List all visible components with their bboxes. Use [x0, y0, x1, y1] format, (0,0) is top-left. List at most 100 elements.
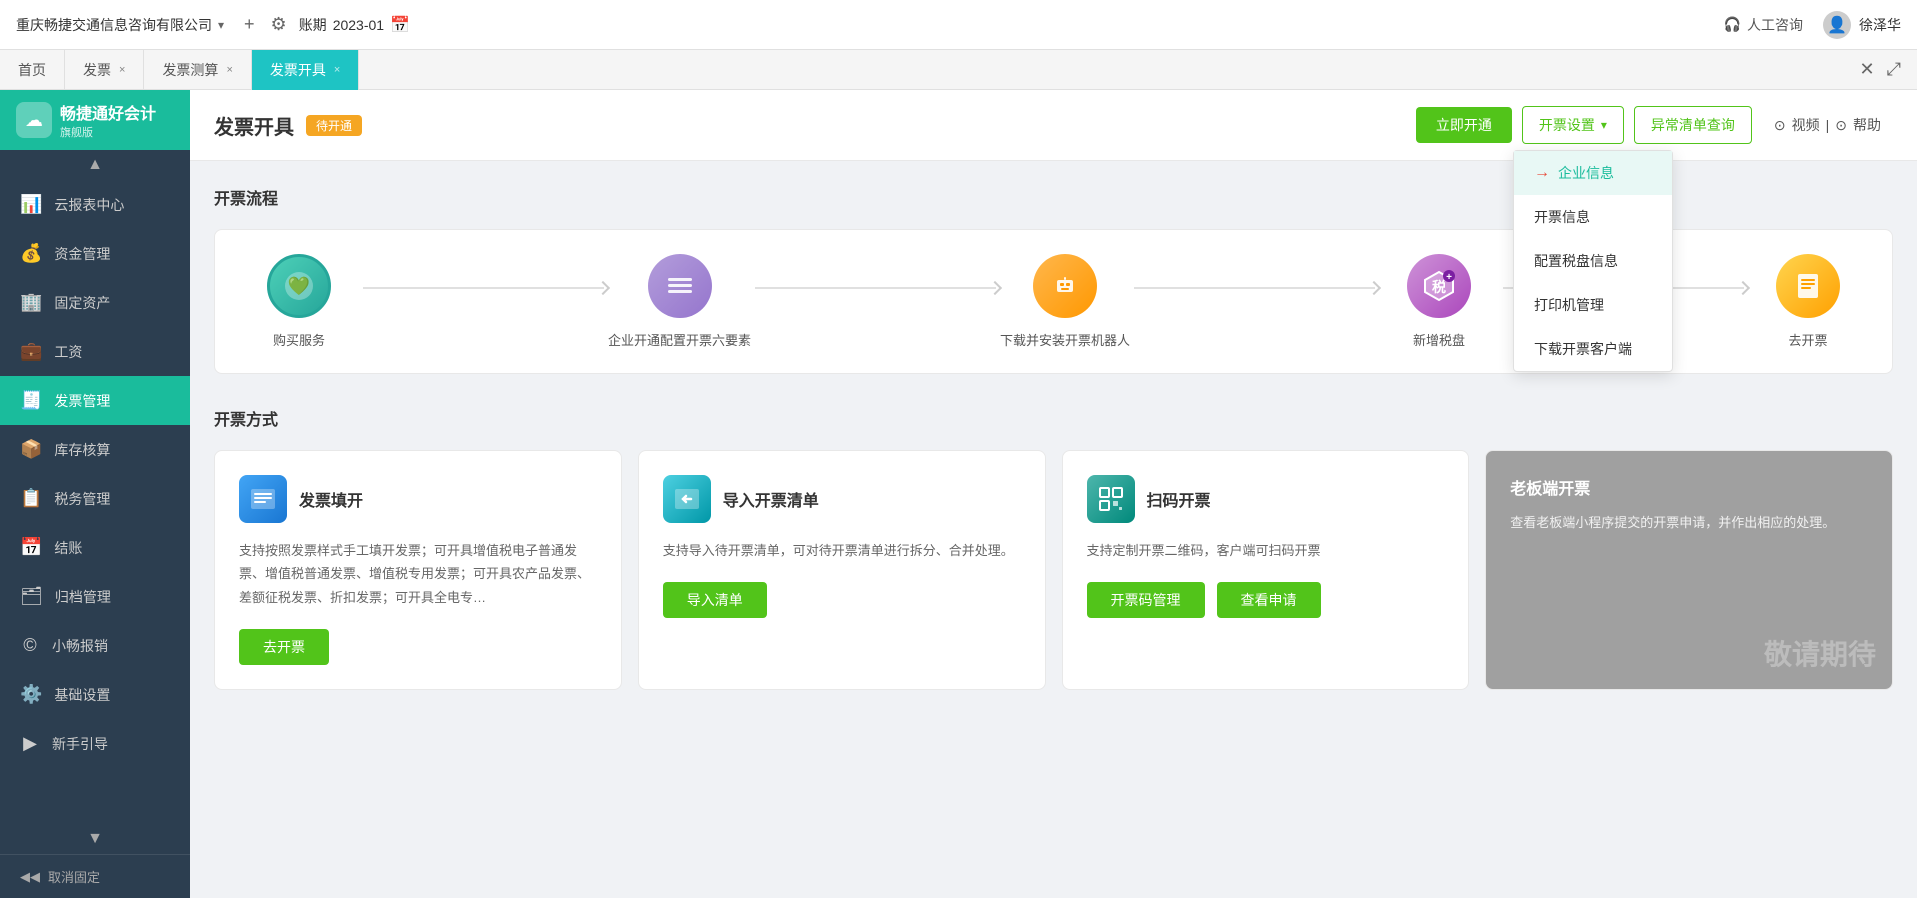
step-buy-label: 购买服务 [273, 330, 325, 349]
sidebar-bottom-action[interactable]: ◀◀ 取消固定 [0, 854, 190, 898]
dropdown-arrow-icon: ▾ [1601, 118, 1607, 132]
invoice-setting-button[interactable]: 开票设置 ▾ [1522, 106, 1624, 144]
close-icon[interactable]: × [119, 64, 125, 76]
dropdown-item-download-client[interactable]: 下载开票客户端 [1514, 327, 1672, 371]
dropdown-item-company-info[interactable]: → 企业信息 [1514, 151, 1672, 195]
sidebar-item-cloud-report[interactable]: 📊 云报表中心 [0, 180, 190, 229]
logo-icon: ☁ [16, 102, 52, 138]
method-card-boss-invoice: 老板端开票 查看老板端小程序提交的开票申请，并作出相应的处理。 敬请期待 [1485, 450, 1893, 690]
chevron-down-icon: ▾ [218, 18, 224, 32]
go-invoice-button[interactable]: 去开票 [239, 629, 329, 665]
sidebar-item-guide[interactable]: ▶ 新手引导 [0, 719, 190, 768]
process-connector-3 [1134, 287, 1375, 289]
invoice-icon [1792, 270, 1824, 302]
user-info[interactable]: 👤 徐泽华 [1823, 11, 1901, 39]
tab-invoice-label: 发票 [83, 60, 111, 80]
sidebar-label-archive: 归档管理 [55, 587, 111, 607]
view-application-button[interactable]: 查看申请 [1217, 582, 1321, 618]
headset-icon: 🎧 [1724, 16, 1741, 33]
logo-title: 畅捷通好会计 [60, 100, 156, 124]
settings-menu-icon: ⚙️ [20, 684, 42, 705]
video-label: 视频 [1792, 115, 1820, 135]
sidebar-items: 📊 云报表中心 💰 资金管理 🏢 固定资产 💼 工资 🧾 发票管理 📦 [0, 180, 190, 824]
support-button[interactable]: 🎧 人工咨询 [1724, 15, 1803, 35]
method-card-import-list: 导入开票清单 支持导入待开票清单，可对待开票清单进行拆分、合并处理。 导入清单 [638, 450, 1046, 690]
guide-icon: ▶ [20, 733, 40, 754]
sidebar-bottom-label: 取消固定 [48, 867, 100, 886]
calendar-icon[interactable]: 📅 [390, 15, 410, 35]
company-name: 重庆畅捷交通信息咨询有限公司 [16, 15, 212, 35]
sidebar-logo: ☁ 畅捷通好会计 旗舰版 [0, 90, 190, 150]
process-connector-1 [363, 287, 604, 289]
svg-text:+: + [1446, 272, 1452, 283]
invoice-setting-dropdown: → 企业信息 开票信息 配置税盘信息 打印机管理 下载开票客户端 [1513, 150, 1673, 372]
process-step-config: 企业开通配置开票六要素 [608, 254, 751, 349]
page-title-row: 发票开具 待开通 [214, 111, 362, 140]
sidebar-item-settle[interactable]: 📅 结账 [0, 523, 190, 572]
sidebar-item-fund[interactable]: 💰 资金管理 [0, 229, 190, 278]
list-icon [664, 270, 696, 302]
window-maximize-icon[interactable]: ⤢ [1887, 59, 1901, 80]
robot-icon [1049, 270, 1081, 302]
sidebar-item-salary[interactable]: 💼 工资 [0, 327, 190, 376]
sidebar-item-fixed-assets[interactable]: 🏢 固定资产 [0, 278, 190, 327]
window-close-icon[interactable]: ✕ [1860, 59, 1875, 80]
boss-invoice-desc: 查看老板端小程序提交的开票申请，并作出相应的处理。 [1510, 511, 1868, 534]
step-download-label: 下载并安装开票机器人 [1000, 330, 1130, 349]
question-icon: ⊙ [1835, 117, 1847, 134]
dropdown-item-printer[interactable]: 打印机管理 [1514, 283, 1672, 327]
tab-invoice-open[interactable]: 发票开具 × [252, 50, 359, 90]
sidebar-item-report[interactable]: © 小畅报销 [0, 621, 190, 670]
tab-home[interactable]: 首页 [0, 50, 65, 90]
page-header: 发票开具 待开通 立即开通 开票设置 ▾ 异常清单查询 ⊙ 视频 | ⊙ 帮助 [190, 90, 1917, 161]
sidebar-item-invoice-mgmt[interactable]: 🧾 发票管理 [0, 376, 190, 425]
dropdown-item-invoice-info[interactable]: 开票信息 [1514, 195, 1672, 239]
scroll-down-indicator[interactable]: ▼ [0, 824, 190, 854]
svg-text:💚: 💚 [288, 276, 311, 296]
tab-invoice-test[interactable]: 发票测算 × [144, 50, 251, 90]
account-period: 账期 2023-01 📅 [299, 15, 410, 35]
close-icon[interactable]: × [334, 64, 340, 76]
sidebar-item-inventory[interactable]: 📦 库存核算 [0, 425, 190, 474]
dropdown-item-tax-config[interactable]: 配置税盘信息 [1514, 239, 1672, 283]
boss-invoice-title: 老板端开票 [1510, 475, 1868, 499]
video-button[interactable]: ⊙ 视频 | ⊙ 帮助 [1762, 107, 1893, 143]
pin-icon: ◀◀ [20, 869, 40, 885]
process-step-go-invoice: 去开票 [1748, 254, 1868, 349]
tab-bar: 首页 发票 × 发票测算 × 发票开具 × ✕ ⤢ [0, 50, 1917, 90]
company-selector[interactable]: 重庆畅捷交通信息咨询有限公司 ▾ [16, 15, 224, 35]
settings-icon[interactable]: ⚙ [271, 14, 287, 35]
method-card-header-import: 导入开票清单 [663, 475, 1021, 523]
logo-subtitle: 旗舰版 [60, 124, 156, 140]
import-list-button[interactable]: 导入清单 [663, 582, 767, 618]
sidebar-item-archive[interactable]: 🗂 归档管理 [0, 572, 190, 621]
process-icon-download [1033, 254, 1097, 318]
sidebar-label-cloud-report: 云报表中心 [54, 195, 124, 215]
sidebar-item-settings[interactable]: ⚙️ 基础设置 [0, 670, 190, 719]
methods-section-title: 开票方式 [214, 406, 1893, 430]
add-icon[interactable]: + [244, 14, 255, 35]
fund-icon: 💰 [20, 243, 42, 264]
method-card-header-manual: 发票填开 [239, 475, 597, 523]
heart-plus-icon: 💚 [283, 270, 315, 302]
scroll-up-indicator[interactable]: ▲ [0, 150, 190, 180]
sidebar-label-inventory: 库存核算 [54, 440, 110, 460]
close-icon[interactable]: × [226, 64, 232, 76]
support-label: 人工咨询 [1747, 15, 1803, 35]
import-icon [673, 485, 701, 513]
inventory-icon: 📦 [20, 439, 42, 460]
method-card-manual-fill: 发票填开 支持按照发票样式手工填开发票；可开具增值税电子普通发票、增值税普通发票… [214, 450, 622, 690]
report-icon: © [20, 635, 40, 656]
tax-plus-icon: 税 + [1421, 268, 1457, 304]
invoice-setting-label: 开票设置 [1539, 115, 1595, 135]
sidebar-label-guide: 新手引导 [52, 734, 108, 754]
qr-manage-button[interactable]: 开票码管理 [1087, 582, 1205, 618]
methods-grid: 发票填开 支持按照发票样式手工填开发票；可开具增值税电子普通发票、增值税普通发票… [214, 450, 1893, 690]
anomaly-button[interactable]: 异常清单查询 [1634, 106, 1752, 144]
tab-close-area: ✕ ⤢ [1844, 59, 1917, 80]
tab-invoice[interactable]: 发票 × [65, 50, 144, 90]
sidebar-item-tax[interactable]: 📋 税务管理 [0, 474, 190, 523]
sidebar-label-report: 小畅报销 [52, 636, 108, 656]
activate-button[interactable]: 立即开通 [1416, 107, 1512, 143]
top-bar-actions: + ⚙ [244, 14, 287, 35]
